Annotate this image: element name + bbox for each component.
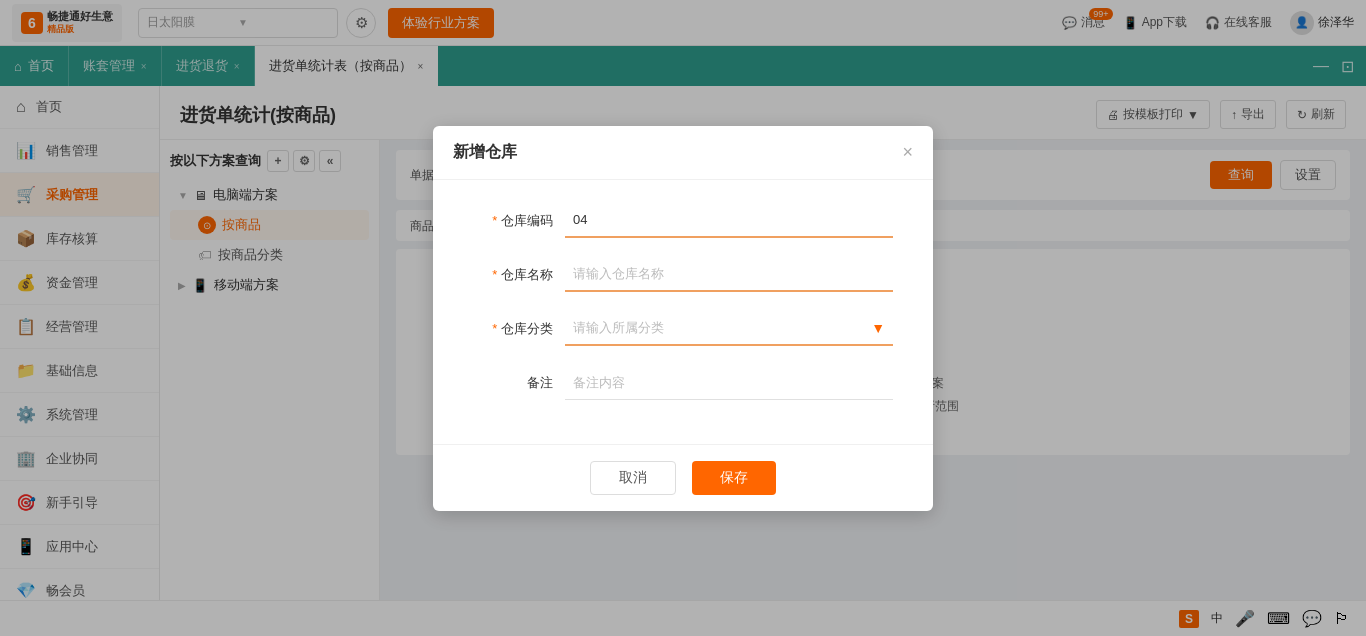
name-input[interactable] [565,258,893,292]
form-row-code: 仓库编码 [473,204,893,238]
name-label: 仓库名称 [473,266,553,284]
code-input[interactable] [565,204,893,238]
dialog-footer: 取消 保存 [433,444,933,511]
form-row-remark: 备注 [473,366,893,400]
code-label: 仓库编码 [473,212,553,230]
save-button[interactable]: 保存 [692,461,776,495]
category-placeholder: 请输入所属分类 [573,319,664,337]
remark-input[interactable] [565,366,893,400]
dialog-body: 仓库编码 仓库名称 仓库分类 请输入所属分类 ▼ 备注 [433,180,933,444]
dialog-close-icon[interactable]: × [902,142,913,163]
category-label: 仓库分类 [473,320,553,338]
form-row-name: 仓库名称 [473,258,893,292]
remark-label: 备注 [473,374,553,392]
category-select[interactable]: 请输入所属分类 ▼ [565,312,893,346]
new-warehouse-dialog: 新增仓库 × 仓库编码 仓库名称 仓库分类 请输入所属分类 ▼ 备注 [433,126,933,511]
dialog-title: 新增仓库 [453,142,517,163]
dialog-header: 新增仓库 × [433,126,933,180]
category-arrow-icon: ▼ [871,320,885,336]
cancel-button[interactable]: 取消 [590,461,676,495]
form-row-category: 仓库分类 请输入所属分类 ▼ [473,312,893,346]
modal-overlay: 新增仓库 × 仓库编码 仓库名称 仓库分类 请输入所属分类 ▼ 备注 [0,0,1366,636]
